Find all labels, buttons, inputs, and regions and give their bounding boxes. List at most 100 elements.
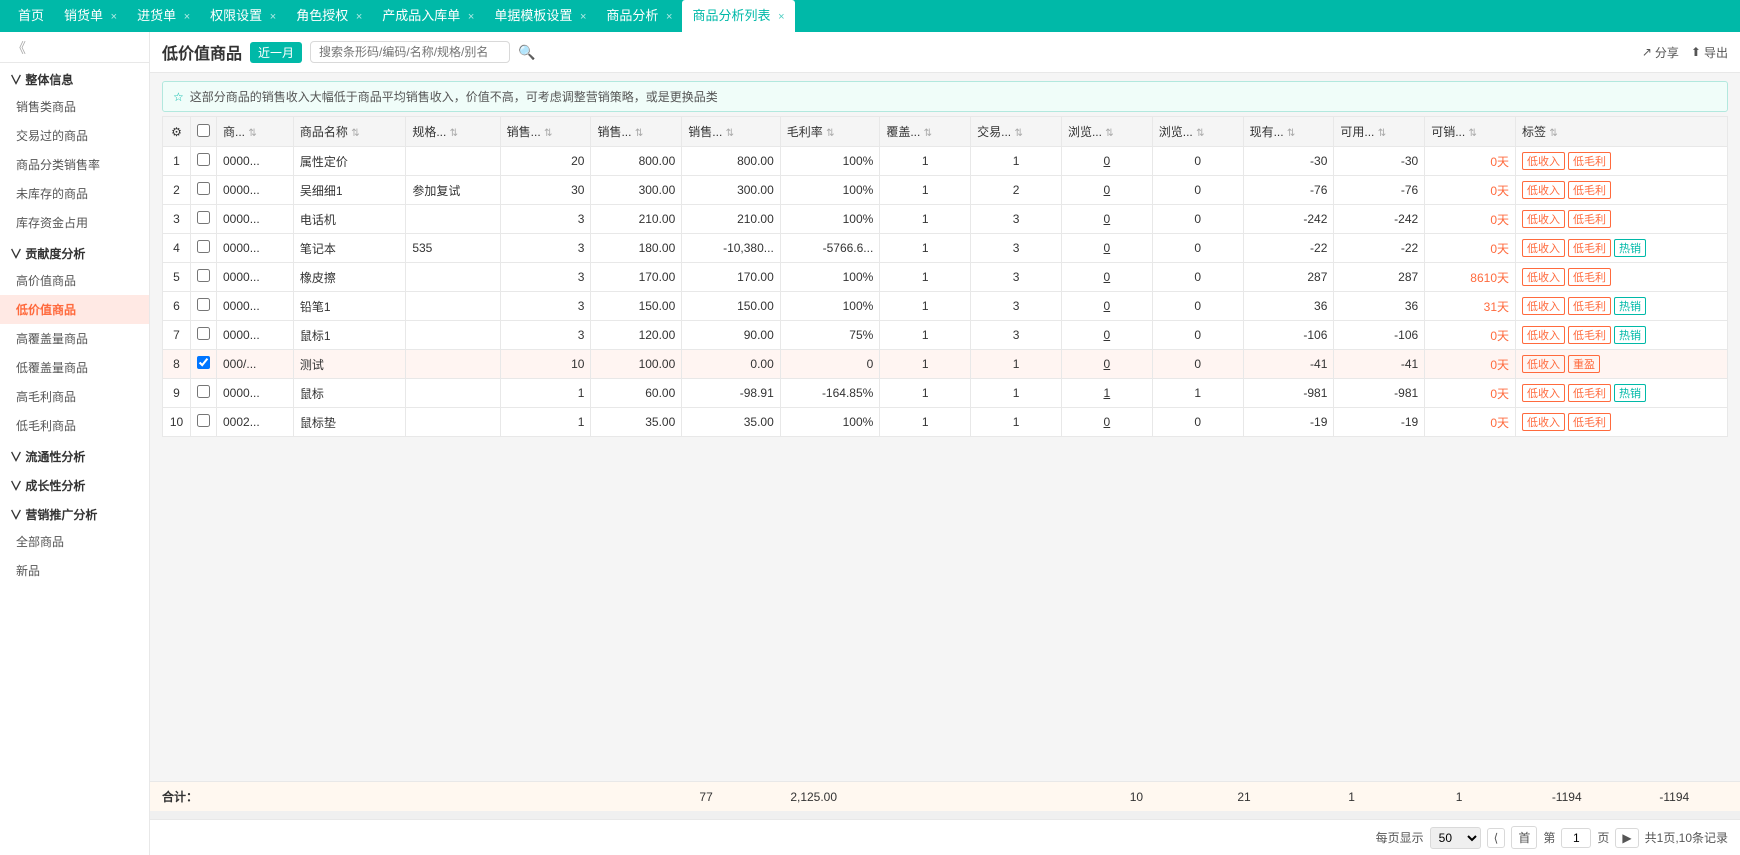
close-icon[interactable]: × — [184, 11, 190, 23]
sidebar-item-high-coverage[interactable]: 高覆盖量商品 — [0, 324, 149, 353]
sidebar-collapse-btn[interactable]: 《 — [8, 38, 30, 58]
nav-product-analysis[interactable]: 商品分析 × — [596, 0, 682, 32]
table-row: 7 0000... 鼠标1 3 120.00 90.00 75% 1 3 0 0… — [163, 321, 1728, 350]
col-tags[interactable]: 标签 ⇅ — [1516, 117, 1728, 147]
cell-gross-margin: 100% — [780, 176, 880, 205]
sidebar-item-traded-products[interactable]: 交易过的商品 — [0, 121, 149, 150]
nav-role-auth[interactable]: 角色授权 × — [286, 0, 372, 32]
per-page-select[interactable]: 50 100 200 — [1430, 827, 1481, 849]
col-spec[interactable]: 规格... ⇅ — [406, 117, 500, 147]
sidebar-item-new-products[interactable]: 新品 — [0, 556, 149, 585]
sidebar-item-low-value[interactable]: 低价值商品 — [0, 295, 149, 324]
cell-num: 3 — [163, 205, 191, 234]
col-browse2[interactable]: 浏览... ⇅ — [1152, 117, 1243, 147]
cell-gross-margin: 100% — [780, 147, 880, 176]
cell-checkbox[interactable] — [191, 379, 217, 408]
col-sales-qty[interactable]: 销售... ⇅ — [500, 117, 591, 147]
cell-checkbox[interactable] — [191, 292, 217, 321]
tag-badge: 低收入 — [1522, 239, 1565, 257]
cell-checkbox[interactable] — [191, 147, 217, 176]
select-all-checkbox[interactable] — [197, 124, 210, 137]
col-browse1[interactable]: 浏览... ⇅ — [1061, 117, 1152, 147]
cell-checkbox[interactable] — [191, 176, 217, 205]
col-checkbox[interactable] — [191, 117, 217, 147]
col-name[interactable]: 商品名称 ⇅ — [293, 117, 405, 147]
cell-browse1[interactable]: 0 — [1061, 176, 1152, 205]
cell-saleable-days: 0天 — [1425, 176, 1516, 205]
cell-browse1[interactable]: 0 — [1061, 205, 1152, 234]
sidebar-group-marketing: ∨ 营销推广分析 — [0, 498, 149, 527]
cell-gross-margin: -5766.6... — [780, 234, 880, 263]
cell-checkbox[interactable] — [191, 350, 217, 379]
nav-home[interactable]: 首页 — [8, 0, 54, 32]
nav-sales-order[interactable]: 销货单 × — [54, 0, 127, 32]
sidebar-item-no-stock-products[interactable]: 未库存的商品 — [0, 179, 149, 208]
cell-current-stock: 36 — [1243, 292, 1334, 321]
cell-browse1[interactable]: 0 — [1061, 234, 1152, 263]
col-available-stock[interactable]: 可用... ⇅ — [1334, 117, 1425, 147]
cell-checkbox[interactable] — [191, 263, 217, 292]
col-saleable-stock[interactable]: 可销... ⇅ — [1425, 117, 1516, 147]
cell-checkbox[interactable] — [191, 408, 217, 437]
col-sales-amt[interactable]: 销售... ⇅ — [591, 117, 682, 147]
cell-checkbox[interactable] — [191, 321, 217, 350]
sidebar-item-low-margin[interactable]: 低毛利商品 — [0, 411, 149, 440]
col-trans[interactable]: 交易... ⇅ — [971, 117, 1062, 147]
close-icon[interactable]: × — [778, 11, 784, 23]
nav-product-analysis-list[interactable]: 商品分析列表 × — [682, 0, 794, 32]
col-sales-price[interactable]: 销售... ⇅ — [682, 117, 781, 147]
search-input[interactable] — [310, 41, 510, 63]
cell-browse1[interactable]: 0 — [1061, 292, 1152, 321]
time-filter-btn[interactable]: 近一月 — [250, 42, 302, 63]
sidebar-item-sales-products[interactable]: 销售类商品 — [0, 92, 149, 121]
col-current-stock[interactable]: 现有... ⇅ — [1243, 117, 1334, 147]
pagination-bar: 每页显示 50 100 200 ⟨ 首 第 页 ▶ 共1页,10条记录 — [150, 819, 1740, 855]
cell-checkbox[interactable] — [191, 205, 217, 234]
col-gross-margin[interactable]: 毛利率 ⇅ — [780, 117, 880, 147]
close-icon[interactable]: × — [580, 11, 586, 23]
cell-num: 8 — [163, 350, 191, 379]
tag-badge: 低毛利 — [1568, 210, 1611, 228]
next-page-btn[interactable]: ▶ — [1615, 828, 1638, 848]
sidebar-item-high-value[interactable]: 高价值商品 — [0, 266, 149, 295]
page-number-input[interactable] — [1561, 828, 1591, 848]
cell-browse2: 1 — [1152, 379, 1243, 408]
cell-gross-margin: 0 — [780, 350, 880, 379]
sidebar-group-liquidity[interactable]: ∨ 流通性分析 — [0, 440, 149, 469]
close-icon[interactable]: × — [111, 11, 117, 23]
cell-browse1[interactable]: 1 — [1061, 379, 1152, 408]
share-button[interactable]: ↗ 分享 — [1642, 44, 1679, 61]
sidebar-item-stock-capital[interactable]: 库存资金占用 — [0, 208, 149, 237]
sidebar-item-high-margin[interactable]: 高毛利商品 — [0, 382, 149, 411]
share-icon: ↗ — [1642, 45, 1652, 59]
col-coverage[interactable]: 覆盖... ⇅ — [880, 117, 971, 147]
nav-purchase-order[interactable]: 进货单 × — [127, 0, 200, 32]
sidebar-item-category-sales-rate[interactable]: 商品分类销售率 — [0, 150, 149, 179]
export-button[interactable]: ⬆ 导出 — [1691, 44, 1728, 61]
cell-browse1[interactable]: 0 — [1061, 350, 1152, 379]
close-icon[interactable]: × — [468, 11, 474, 23]
cell-sales-price: 170.00 — [682, 263, 781, 292]
close-icon[interactable]: × — [666, 11, 672, 23]
cell-browse1[interactable]: 0 — [1061, 408, 1152, 437]
cell-browse1[interactable]: 0 — [1061, 263, 1152, 292]
cell-code: 000/... — [217, 350, 294, 379]
close-icon[interactable]: × — [270, 11, 276, 23]
table-wrapper[interactable]: ⚙ 商... ⇅ 商品名称 ⇅ 规格... ⇅ 销售... ⇅ 销售... ⇅ … — [150, 116, 1740, 781]
sidebar-item-all-products[interactable]: 全部商品 — [0, 527, 149, 556]
col-settings[interactable]: ⚙ — [163, 117, 191, 147]
nav-template-settings[interactable]: 单据模板设置 × — [484, 0, 596, 32]
first-page-btn[interactable]: ⟨ — [1487, 828, 1506, 848]
cell-browse1[interactable]: 0 — [1061, 321, 1152, 350]
cell-checkbox[interactable] — [191, 234, 217, 263]
prev-page-btn[interactable]: 首 — [1511, 826, 1537, 849]
cell-browse1[interactable]: 0 — [1061, 147, 1152, 176]
sidebar-group-growth[interactable]: ∨ 成长性分析 — [0, 469, 149, 498]
sidebar-item-low-coverage[interactable]: 低覆盖量商品 — [0, 353, 149, 382]
scrollbar[interactable] — [150, 811, 1740, 819]
close-icon[interactable]: × — [356, 11, 362, 23]
nav-permissions[interactable]: 权限设置 × — [200, 0, 286, 32]
search-button[interactable]: 🔍 — [518, 44, 535, 61]
nav-product-storage[interactable]: 产成品入库单 × — [372, 0, 484, 32]
col-code[interactable]: 商... ⇅ — [217, 117, 294, 147]
